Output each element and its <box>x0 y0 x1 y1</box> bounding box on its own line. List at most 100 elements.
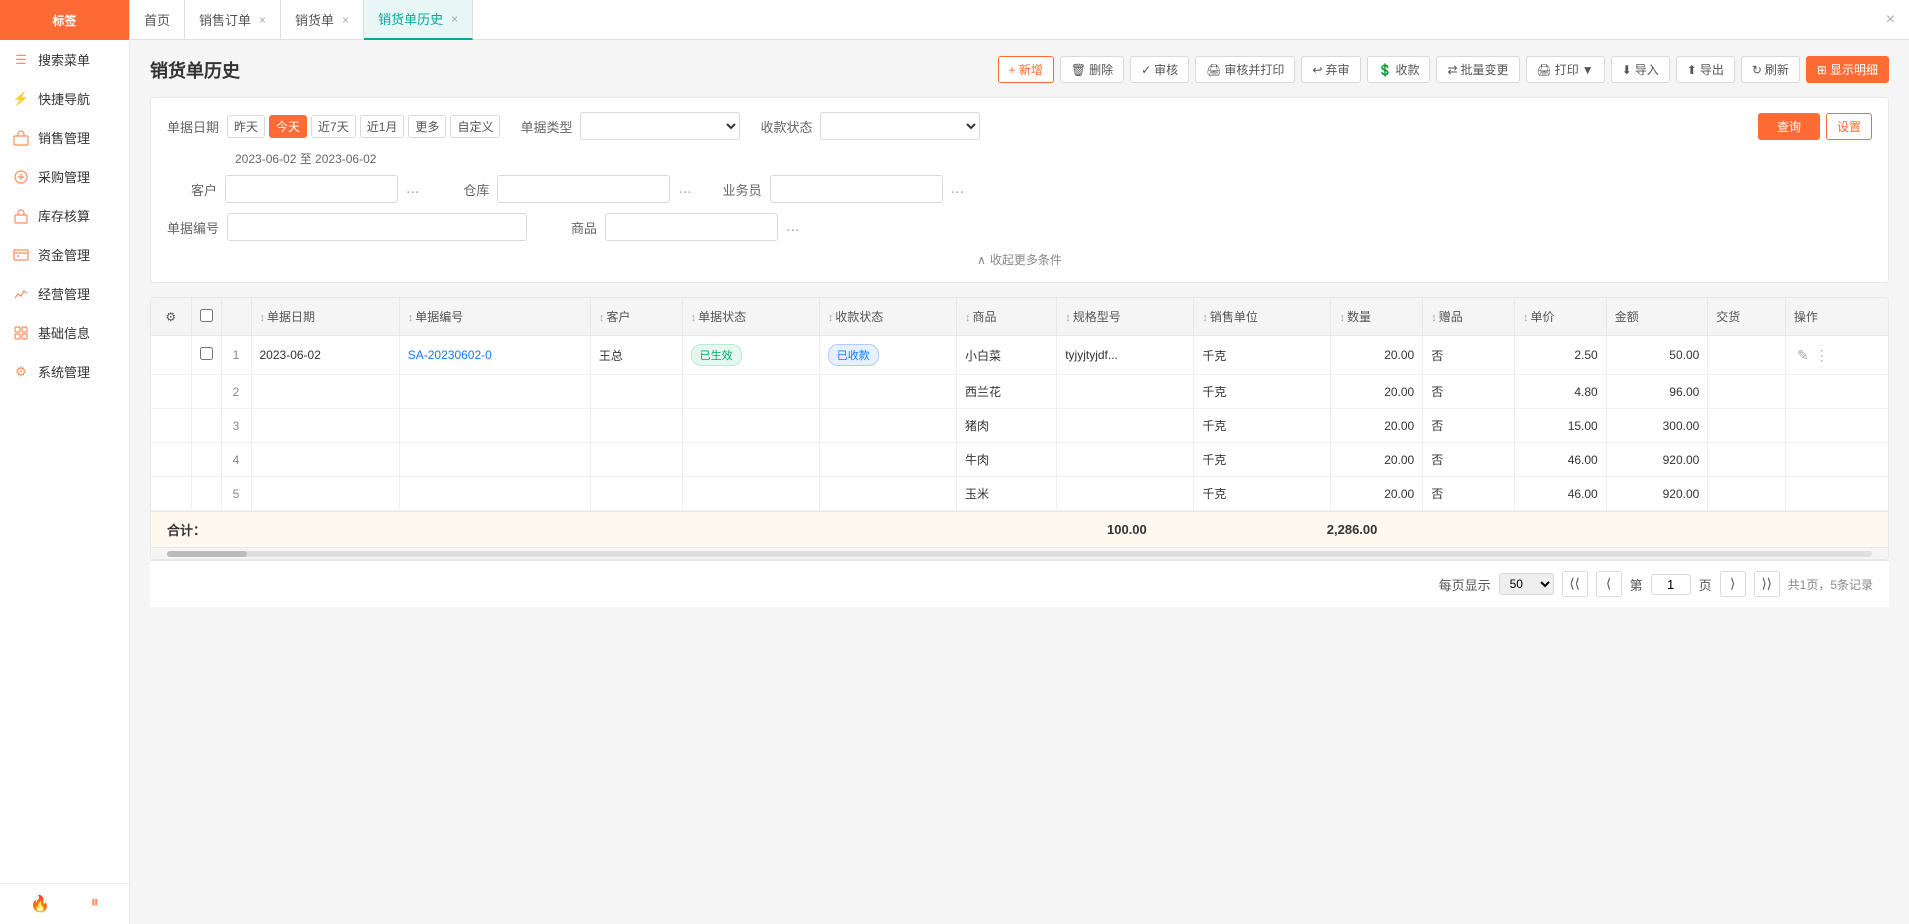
customer-input[interactable] <box>225 175 398 203</box>
th-settings[interactable]: ⚙ <box>151 298 191 336</box>
salesperson-dots[interactable]: ... <box>951 180 964 198</box>
goods-dots[interactable]: ... <box>786 218 799 236</box>
sidebar-item-finance[interactable]: 资金管理 <box>0 235 129 274</box>
batch-change-button[interactable]: ⇄ 批量变更 <box>1436 56 1519 83</box>
date-btn-7days[interactable]: 近7天 <box>311 115 356 138</box>
sidebar-item-purchase-mgmt[interactable]: 采购管理 <box>0 157 129 196</box>
date-btn-1month[interactable]: 近1月 <box>360 115 405 138</box>
tab-sales-order[interactable]: 销售订单 × <box>185 0 281 40</box>
page-first-btn[interactable]: ⟨⟨ <box>1562 571 1588 597</box>
td-price: 15.00 <box>1514 409 1606 443</box>
th-payment-status[interactable]: ↕收款状态 <box>819 298 956 336</box>
td-checkbox[interactable] <box>191 409 221 443</box>
th-checkbox[interactable] <box>191 298 221 336</box>
page-number-input[interactable] <box>1651 574 1691 595</box>
td-checkbox[interactable] <box>191 336 221 375</box>
row-checkbox[interactable] <box>200 347 213 360</box>
horizontal-scrollbar[interactable] <box>151 547 1888 559</box>
filter-collapse-btn[interactable]: ∧ 收起更多条件 <box>167 251 1872 268</box>
show-detail-button[interactable]: ⊞ 显示明细 <box>1806 56 1889 83</box>
audit-icon: ✓ <box>1141 63 1151 77</box>
salesperson-input[interactable] <box>770 175 943 203</box>
date-btn-today[interactable]: 今天 <box>269 115 307 138</box>
tab-sales-delivery[interactable]: 销货单 × <box>281 0 364 40</box>
td-goods: 西兰花 <box>956 375 1056 409</box>
warehouse-dots[interactable]: ... <box>678 180 691 198</box>
abandon-button[interactable]: ↩ 弃审 <box>1301 56 1360 83</box>
new-button[interactable]: + 新增 <box>998 56 1054 83</box>
page-prev-btn[interactable]: ⟨ <box>1596 571 1622 597</box>
action-more[interactable]: ⋮ <box>1812 347 1832 363</box>
th-price[interactable]: ↕单价 <box>1514 298 1606 336</box>
td-price: 2.50 <box>1514 336 1606 375</box>
th-qty[interactable]: ↕数量 <box>1331 298 1423 336</box>
page-size-select[interactable]: 50 100 200 <box>1499 573 1554 595</box>
td-checkbox[interactable] <box>191 443 221 477</box>
delete-icon: 🗑 <box>1071 63 1086 77</box>
pause-icon[interactable]: ⏸ <box>91 894 99 914</box>
tab-home[interactable]: 首页 <box>130 0 185 40</box>
sidebar-item-search-menu[interactable]: ☰ 搜索菜单 <box>0 40 129 79</box>
td-gift: 否 <box>1423 409 1515 443</box>
payment-status-select[interactable] <box>820 112 980 140</box>
payment-status-label: 收款状态 <box>760 117 812 136</box>
doc-type-select[interactable] <box>580 112 740 140</box>
sidebar-item-operations[interactable]: 经营管理 <box>0 274 129 313</box>
sidebar-item-quick-nav[interactable]: ⚡ 快捷导航 <box>0 79 129 118</box>
tab-bar-close-all[interactable]: × <box>1872 11 1909 29</box>
date-btn-yesterday[interactable]: 昨天 <box>227 115 265 138</box>
doc-no-input[interactable] <box>227 213 527 241</box>
tab-sales-history-close[interactable]: × <box>451 12 458 26</box>
collect-button[interactable]: 💲 收款 <box>1367 56 1431 83</box>
th-gift[interactable]: ↕赠品 <box>1423 298 1515 336</box>
th-doc-no[interactable]: ↕单据编号 <box>399 298 590 336</box>
warehouse-input[interactable] <box>497 175 670 203</box>
customer-dots[interactable]: ... <box>406 180 419 198</box>
td-transaction <box>1708 409 1786 443</box>
query-button[interactable]: 查询 <box>1758 113 1820 140</box>
date-btn-custom[interactable]: 自定义 <box>450 115 500 138</box>
th-customer[interactable]: ↕客户 <box>590 298 682 336</box>
td-action <box>1785 443 1888 477</box>
td-amount: 96.00 <box>1606 375 1708 409</box>
sidebar-item-system-mgmt[interactable]: ⚙ 系统管理 <box>0 352 129 391</box>
th-doc-status[interactable]: ↕单据状态 <box>682 298 819 336</box>
sidebar-item-basic-info[interactable]: 基础信息 <box>0 313 129 352</box>
action-edit[interactable]: ✎ <box>1794 347 1812 363</box>
td-settings <box>151 409 191 443</box>
td-action <box>1785 409 1888 443</box>
td-transaction <box>1708 443 1786 477</box>
page-last-btn[interactable]: ⟩⟩ <box>1754 571 1780 597</box>
import-button[interactable]: ⬇ 导入 <box>1611 56 1670 83</box>
sidebar-item-label: 快捷导航 <box>38 89 90 108</box>
sidebar-item-inventory[interactable]: 库存核算 <box>0 196 129 235</box>
page-next-btn[interactable]: ⟩ <box>1720 571 1746 597</box>
th-unit[interactable]: ↕销售单位 <box>1194 298 1331 336</box>
tab-sales-history[interactable]: 销货单历史 × <box>364 0 473 40</box>
th-spec[interactable]: ↕规格型号 <box>1057 298 1194 336</box>
audit-print-button[interactable]: 🖨 审核并打印 <box>1195 56 1295 83</box>
td-checkbox[interactable] <box>191 375 221 409</box>
date-filter-label: 单据日期 <box>167 117 219 136</box>
settings-button[interactable]: 设置 <box>1826 113 1872 140</box>
select-all-checkbox[interactable] <box>200 309 213 322</box>
th-date[interactable]: ↕单据日期 <box>251 298 399 336</box>
audit-button[interactable]: ✓ 审核 <box>1130 56 1189 83</box>
td-gift: 否 <box>1423 375 1515 409</box>
goods-input[interactable] <box>605 213 778 241</box>
th-row-num <box>221 298 251 336</box>
print-button[interactable]: 🖨 打印 ▼ <box>1526 56 1605 83</box>
date-btn-more[interactable]: 更多 <box>408 115 446 138</box>
td-checkbox[interactable] <box>191 477 221 511</box>
quick-nav-icon: ⚡ <box>12 90 30 108</box>
doc-no-link[interactable]: SA-20230602-0 <box>408 348 492 362</box>
export-button[interactable]: ⬆ 导出 <box>1676 56 1735 83</box>
tab-sales-delivery-close[interactable]: × <box>342 13 349 27</box>
sidebar-item-sales-mgmt[interactable]: 销售管理 <box>0 118 129 157</box>
fire-icon[interactable]: 🔥 <box>30 894 50 914</box>
tab-sales-order-close[interactable]: × <box>259 13 266 27</box>
toolbar: + 新增 🗑 删除 ✓ 审核 🖨 审核并打印 ↩ 弃审 <box>998 56 1890 83</box>
delete-button[interactable]: 🗑 删除 <box>1060 56 1124 83</box>
th-goods[interactable]: ↕商品 <box>956 298 1056 336</box>
refresh-button[interactable]: ↻ 刷新 <box>1741 56 1800 83</box>
